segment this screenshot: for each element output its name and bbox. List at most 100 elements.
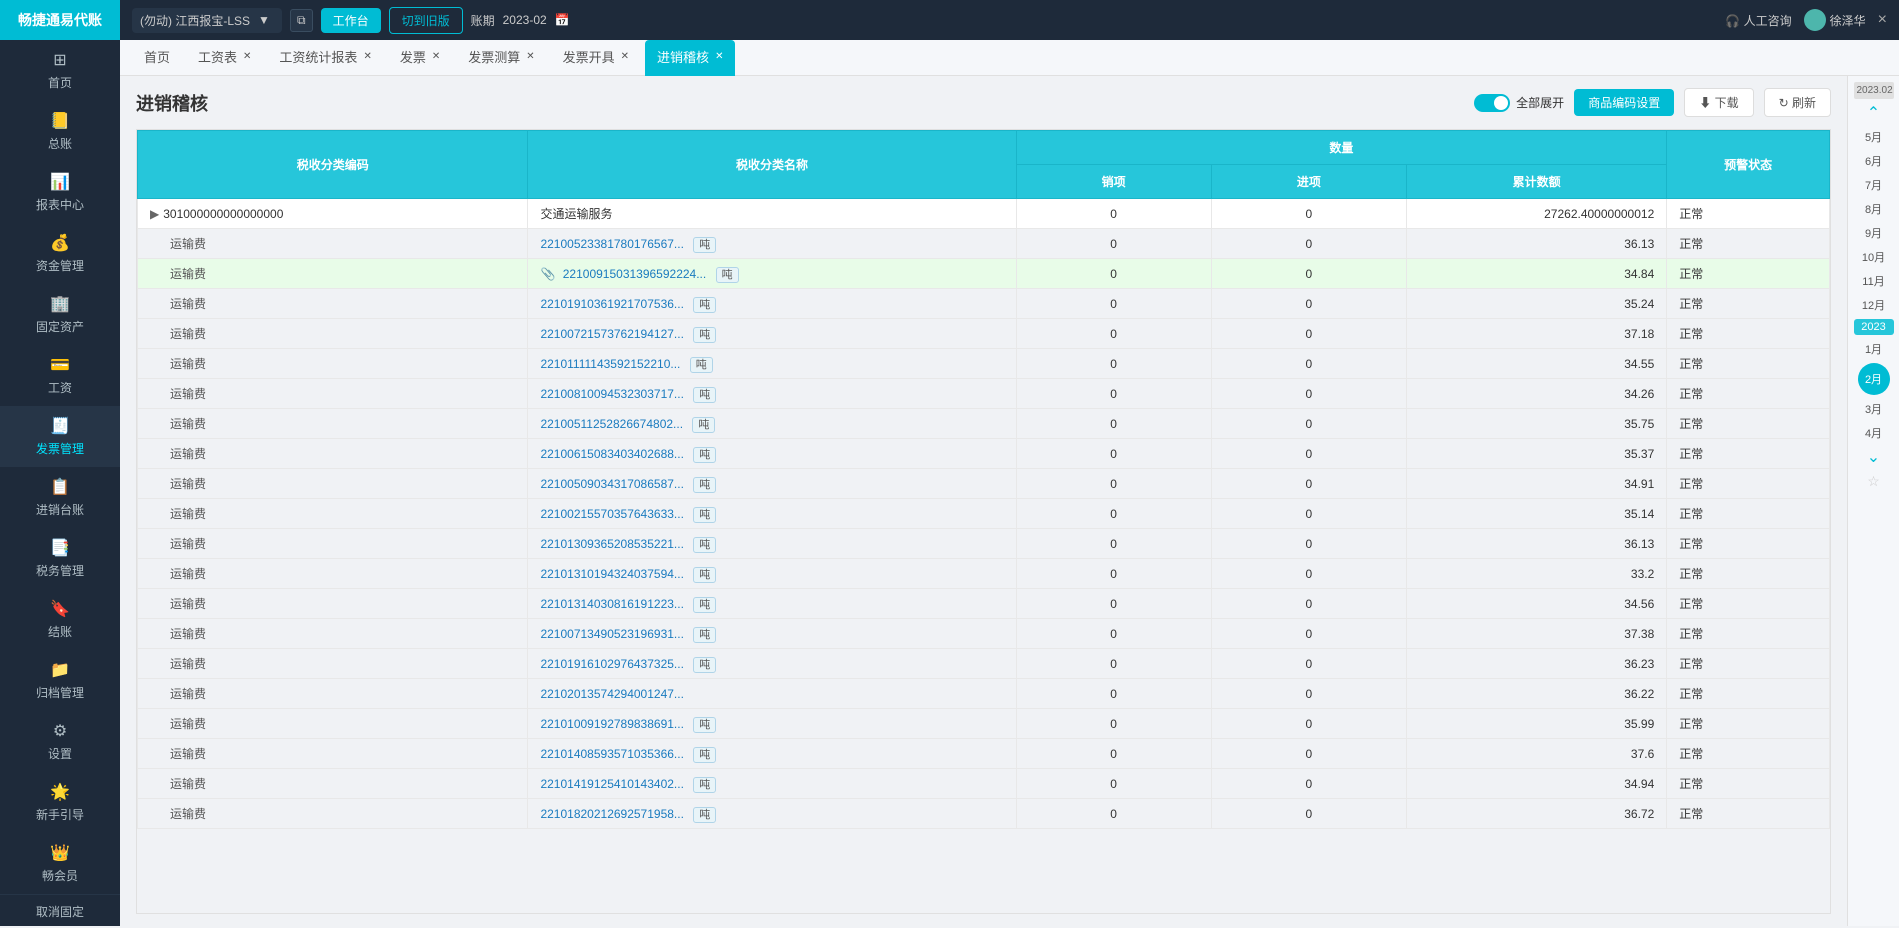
table-row[interactable]: ▶301000000000000000 交通运输服务 0 0 27262.400… (138, 199, 1830, 229)
pin-toggle[interactable]: 取消固定 (0, 894, 120, 928)
calendar-month-6[interactable]: 6月 (1854, 149, 1894, 173)
cell-invoice-no: 22102013574294001247... (528, 679, 1016, 709)
tab-invoice-calc[interactable]: 发票测算 ✕ (456, 40, 546, 76)
sidebar-item-ledger[interactable]: 📒 总账 (0, 101, 120, 162)
tab-sales-verify[interactable]: 进销稽核 ✕ (645, 40, 735, 76)
table-row[interactable]: 运输费 22101916102976437325... 吨 0 0 36.23 … (138, 649, 1830, 679)
table-row[interactable]: 运输费 22100713490523196931... 吨 0 0 37.38 … (138, 619, 1830, 649)
sidebar-item-home[interactable]: ⊞ 首页 (0, 40, 120, 101)
tab-close-icon[interactable]: ✕ (526, 51, 534, 62)
calendar-month-8[interactable]: 8月 (1854, 197, 1894, 221)
expand-arrow[interactable]: ▶ (150, 207, 159, 221)
calendar-month-11[interactable]: 11月 (1854, 269, 1894, 293)
sidebar-item-invoice[interactable]: 🧾 发票管理 (0, 406, 120, 467)
table-row[interactable]: 运输费 22100721573762194127... 吨 0 0 37.18 … (138, 319, 1830, 349)
cell-sales: 0 (1016, 229, 1211, 259)
calendar-month-9[interactable]: 9月 (1854, 221, 1894, 245)
sidebar-item-capital[interactable]: 💰 资金管理 (0, 223, 120, 284)
cell-purchase: 0 (1211, 379, 1406, 409)
unit-tag: 吨 (693, 537, 716, 553)
tab-close-icon[interactable]: ✕ (621, 51, 629, 62)
tab-close-icon[interactable]: ✕ (243, 51, 251, 62)
tab-close-icon[interactable]: ✕ (432, 51, 440, 62)
cell-tax-code: 运输费 (138, 259, 528, 289)
settings-icon: ⚙ (53, 721, 67, 741)
tab-invoice-open[interactable]: 发票开具 ✕ (551, 40, 641, 76)
sidebar-item-salary[interactable]: 💳 工资 (0, 345, 120, 406)
table-row[interactable]: 运输费 22101009192789838691... 吨 0 0 35.99 … (138, 709, 1830, 739)
user-info[interactable]: 徐泽华 (1804, 9, 1866, 31)
col-tax-code: 税收分类编码 (138, 131, 528, 199)
table-row[interactable]: 运输费 22100523381780176567... 吨 0 0 36.13 … (138, 229, 1830, 259)
table-row[interactable]: 运输费 22101910361921707536... 吨 0 0 35.24 … (138, 289, 1830, 319)
app-logo: 畅捷通易代账 (0, 0, 120, 40)
expand-toggle[interactable]: 全部展开 (1474, 94, 1564, 112)
cell-purchase: 0 (1211, 469, 1406, 499)
cell-status: 正常 (1667, 649, 1830, 679)
unit-tag: 吨 (693, 327, 716, 343)
table-row[interactable]: 运输费 22101310194324037594... 吨 0 0 33.2 正… (138, 559, 1830, 589)
table-row[interactable]: 运输费 22102013574294001247... 0 0 36.22 正常 (138, 679, 1830, 709)
download-button[interactable]: ⬇ 下载 (1684, 88, 1753, 117)
tab-salary-table[interactable]: 工资表 ✕ (186, 40, 263, 76)
support-label[interactable]: 🎧 人工咨询 (1725, 12, 1791, 29)
calendar-month-4[interactable]: 4月 (1854, 421, 1894, 445)
tab-home[interactable]: 首页 (132, 40, 182, 76)
capital-icon: 💰 (50, 233, 70, 253)
table-row[interactable]: 运输费 22101820212692571958... 吨 0 0 36.72 … (138, 799, 1830, 829)
calendar-month-7[interactable]: 7月 (1854, 173, 1894, 197)
calendar-month-5[interactable]: 5月 (1854, 125, 1894, 149)
cell-cumulative: 34.26 (1406, 379, 1666, 409)
table-row[interactable]: 运输费 22101314030816191223... 吨 0 0 34.56 … (138, 589, 1830, 619)
table-row[interactable]: 运输费 📎 22100915031396592224... 吨 0 0 34.8… (138, 259, 1830, 289)
calendar-month-3[interactable]: 3月 (1854, 397, 1894, 421)
calendar-month-1[interactable]: 1月 (1854, 337, 1894, 361)
toggle-track[interactable] (1474, 94, 1510, 112)
sidebar-item-report[interactable]: 📊 报表中心 (0, 162, 120, 223)
table-row[interactable]: 运输费 22101309365208535221... 吨 0 0 36.13 … (138, 529, 1830, 559)
sidebar-item-member[interactable]: 👑 畅会员 (0, 833, 120, 894)
table-row[interactable]: 运输费 22100509034317086587... 吨 0 0 34.91 … (138, 469, 1830, 499)
sidebar-item-assets[interactable]: 🏢 固定资产 (0, 284, 120, 345)
table-row[interactable]: 运输费 22101408593571035366... 吨 0 0 37.6 正… (138, 739, 1830, 769)
sidebar-item-guide[interactable]: 🌟 新手引导 (0, 772, 120, 833)
switch-old-button[interactable]: 切到旧版 (389, 7, 463, 34)
tab-salary-report[interactable]: 工资统计报表 ✕ (267, 40, 383, 76)
table-row[interactable]: 运输费 22100810094532303717... 吨 0 0 34.26 … (138, 379, 1830, 409)
tab-invoice[interactable]: 发票 ✕ (388, 40, 452, 76)
tab-close-icon[interactable]: ✕ (715, 51, 723, 62)
calendar-month-12[interactable]: 12月 (1854, 293, 1894, 317)
workbench-button[interactable]: 工作台 (321, 8, 381, 33)
col-sales: 销项 (1016, 165, 1211, 199)
table-row[interactable]: 运输费 22101111143592152210... 吨 0 0 34.55 … (138, 349, 1830, 379)
ledger-icon: 📒 (50, 111, 70, 131)
guide-icon: 🌟 (50, 782, 70, 802)
refresh-button[interactable]: ↻ 刷新 (1764, 88, 1831, 117)
sidebar-item-archive[interactable]: 📁 归档管理 (0, 650, 120, 711)
home-icon: ⊞ (53, 50, 66, 70)
cell-cumulative: 34.84 (1406, 259, 1666, 289)
calendar-up-button[interactable]: ⌃ (1865, 101, 1882, 125)
sidebar-item-tax[interactable]: 📑 税务管理 (0, 528, 120, 589)
header-actions: 全部展开 商品编码设置 ⬇ 下载 ↻ 刷新 (1474, 88, 1831, 117)
sidebar-item-settings[interactable]: ⚙ 设置 (0, 711, 120, 772)
calendar-down-button[interactable]: ⌄ (1865, 445, 1882, 469)
product-settings-button[interactable]: 商品编码设置 (1574, 89, 1674, 116)
table-row[interactable]: 运输费 22100215570357643633... 吨 0 0 35.14 … (138, 499, 1830, 529)
company-selector[interactable]: (勿动) 江西报宝-LSS ▼ (132, 8, 282, 33)
copy-button[interactable]: ⧉ (290, 9, 313, 32)
sidebar-item-settle[interactable]: 🔖 结账 (0, 589, 120, 650)
cell-invoice-no: 22101910361921707536... 吨 (528, 289, 1016, 319)
tab-close-icon[interactable]: ✕ (363, 51, 371, 62)
close-button[interactable]: × (1878, 11, 1887, 29)
cell-tax-code: 运输费 (138, 319, 528, 349)
table-row[interactable]: 运输费 22100615083403402688... 吨 0 0 35.37 … (138, 439, 1830, 469)
calendar-month-10[interactable]: 10月 (1854, 245, 1894, 269)
cell-cumulative: 37.6 (1406, 739, 1666, 769)
calendar-month-2-active[interactable]: 2月 (1858, 363, 1890, 395)
table-row[interactable]: 运输费 22100511252826674802... 吨 0 0 35.75 … (138, 409, 1830, 439)
table-row[interactable]: 运输费 22101419125410143402... 吨 0 0 34.94 … (138, 769, 1830, 799)
sidebar-item-sales-desk[interactable]: 📋 进销台账 (0, 467, 120, 528)
chevron-down-icon: ▼ (258, 13, 270, 27)
calendar-year-prev[interactable]: 2023.02 (1854, 82, 1894, 99)
